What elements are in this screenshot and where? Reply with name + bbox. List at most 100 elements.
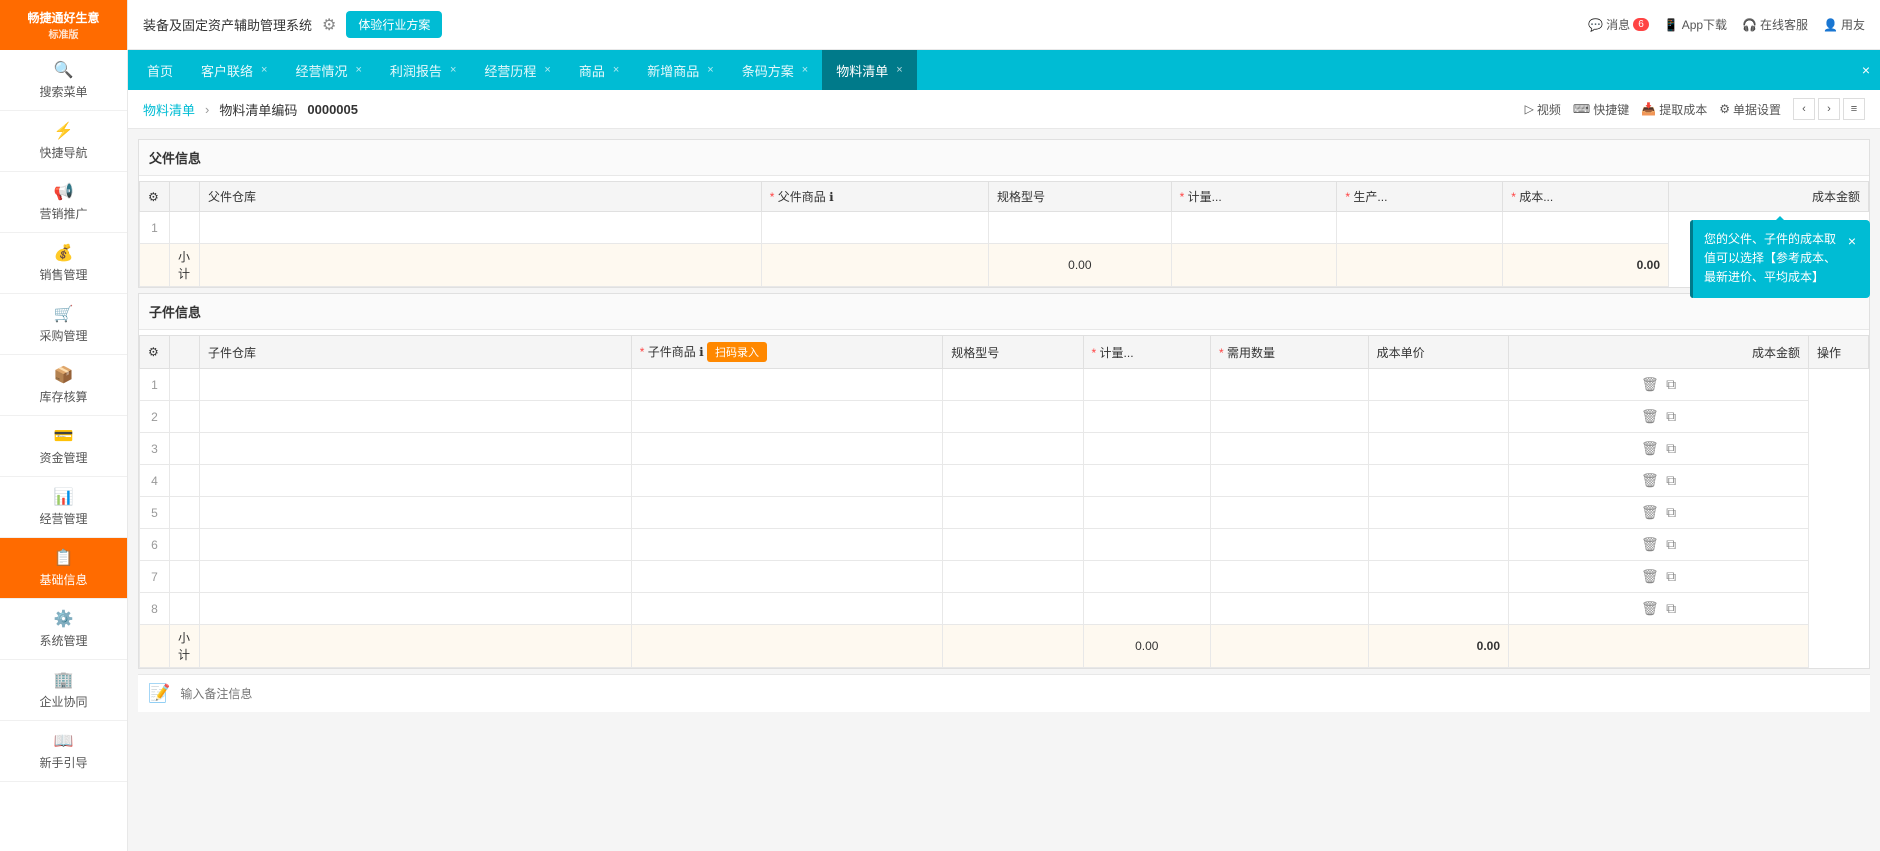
child-row-quantity-5[interactable] (1083, 497, 1210, 529)
child-row-unit-cost-4[interactable] (1210, 465, 1368, 497)
child-row-goods-8[interactable] (200, 593, 632, 625)
tab-new-goods[interactable]: 新增商品 × (633, 50, 727, 90)
online-service-btn[interactable]: 🎧 在线客服 (1742, 16, 1808, 33)
child-row-spec-8[interactable] (631, 593, 942, 625)
delete-row-5-btn[interactable]: 🗑 (1639, 502, 1661, 523)
child-row-unit-3[interactable] (943, 433, 1083, 465)
child-row-unit-cost-3[interactable] (1210, 433, 1368, 465)
child-row-quantity-8[interactable] (1083, 593, 1210, 625)
sidebar-item-guide[interactable]: 📖 新手引导 (0, 721, 127, 782)
tab-operations[interactable]: 经营情况 × (281, 50, 375, 90)
child-row-goods-6[interactable] (200, 529, 632, 561)
tab-profit-close[interactable]: × (450, 64, 456, 76)
parent-row-warehouse-1[interactable] (170, 212, 200, 244)
tab-home[interactable]: 首页 (133, 50, 187, 90)
parent-row-unit-1[interactable] (989, 212, 1172, 244)
delete-row-4-btn[interactable]: 🗑 (1639, 470, 1661, 491)
child-row-unit-4[interactable] (943, 465, 1083, 497)
tab-operations-close[interactable]: × (355, 64, 361, 76)
child-row-goods-3[interactable] (200, 433, 632, 465)
breadcrumb-item1[interactable]: 物料清单 (143, 100, 195, 119)
parent-row-produce-1[interactable] (1171, 212, 1337, 244)
tab-goods-close[interactable]: × (613, 64, 619, 76)
child-row-quantity-7[interactable] (1083, 561, 1210, 593)
child-row-warehouse-2[interactable] (170, 401, 200, 433)
child-row-warehouse-8[interactable] (170, 593, 200, 625)
child-row-warehouse-1[interactable] (170, 369, 200, 401)
sidebar-item-operation[interactable]: 📊 经营管理 (0, 477, 127, 538)
sidebar-item-inventory[interactable]: 📦 库存核算 (0, 355, 127, 416)
copy-row-7-btn[interactable]: ⧉ (1664, 566, 1678, 587)
child-row-quantity-4[interactable] (1083, 465, 1210, 497)
child-row-unit-cost-8[interactable] (1210, 593, 1368, 625)
copy-row-1-btn[interactable]: ⧉ (1664, 374, 1678, 395)
delete-row-6-btn[interactable]: 🗑 (1639, 534, 1661, 555)
child-row-unit-6[interactable] (943, 529, 1083, 561)
user-btn[interactable]: 👤 用友 (1823, 16, 1865, 33)
child-row-goods-4[interactable] (200, 465, 632, 497)
child-row-spec-2[interactable] (631, 401, 942, 433)
copy-row-4-btn[interactable]: ⧉ (1664, 470, 1678, 491)
child-row-goods-1[interactable] (200, 369, 632, 401)
child-row-unit-7[interactable] (943, 561, 1083, 593)
child-row-spec-3[interactable] (631, 433, 942, 465)
app-download-btn[interactable]: 📱 App下载 (1664, 16, 1727, 33)
message-btn[interactable]: 💬 消息 6 (1588, 16, 1649, 33)
parent-row-goods-1[interactable] (200, 212, 762, 244)
child-row-unit-cost-2[interactable] (1210, 401, 1368, 433)
child-row-warehouse-4[interactable] (170, 465, 200, 497)
delete-row-1-btn[interactable]: 🗑 (1639, 374, 1661, 395)
child-row-warehouse-6[interactable] (170, 529, 200, 561)
close-all-tabs[interactable]: × (1857, 57, 1875, 83)
sidebar-item-sales[interactable]: 💰 销售管理 (0, 233, 127, 294)
child-row-unit-2[interactable] (943, 401, 1083, 433)
tab-history[interactable]: 经营历程 × (470, 50, 564, 90)
tab-barcode[interactable]: 条码方案 × (728, 50, 822, 90)
child-row-quantity-6[interactable] (1083, 529, 1210, 561)
child-row-spec-5[interactable] (631, 497, 942, 529)
child-row-quantity-1[interactable] (1083, 369, 1210, 401)
sidebar-item-marketing[interactable]: 📢 营销推广 (0, 172, 127, 233)
child-row-goods-7[interactable] (200, 561, 632, 593)
shortcut-btn[interactable]: ⌨ 快捷键 (1573, 101, 1629, 118)
child-row-warehouse-7[interactable] (170, 561, 200, 593)
single-settings-btn[interactable]: ⚙ 单据设置 (1719, 101, 1781, 118)
child-row-unit-cost-1[interactable] (1210, 369, 1368, 401)
tab-barcode-close[interactable]: × (802, 64, 808, 76)
view-video-btn[interactable]: ▷ 视频 (1525, 101, 1561, 118)
extract-cost-btn[interactable]: 📥 提取成本 (1641, 101, 1707, 118)
child-row-spec-1[interactable] (631, 369, 942, 401)
th-parent-settings[interactable]: ⚙ (140, 182, 170, 212)
delete-row-8-btn[interactable]: 🗑 (1639, 598, 1661, 619)
child-row-spec-7[interactable] (631, 561, 942, 593)
sidebar-item-quicknav[interactable]: ⚡ 快捷导航 (0, 111, 127, 172)
sidebar-item-finance[interactable]: 💳 资金管理 (0, 416, 127, 477)
copy-row-2-btn[interactable]: ⧉ (1664, 406, 1678, 427)
child-row-unit-5[interactable] (943, 497, 1083, 529)
th-child-settings[interactable]: ⚙ (140, 336, 170, 369)
copy-row-3-btn[interactable]: ⧉ (1664, 438, 1678, 459)
child-row-unit-cost-5[interactable] (1210, 497, 1368, 529)
scan-btn[interactable]: 扫码录入 (707, 342, 767, 362)
child-row-spec-4[interactable] (631, 465, 942, 497)
sidebar-item-enterprise[interactable]: 🏢 企业协同 (0, 660, 127, 721)
copy-row-8-btn[interactable]: ⧉ (1664, 598, 1678, 619)
next-page-btn[interactable]: › (1818, 98, 1840, 120)
sidebar-item-basic[interactable]: 📋 基础信息 (0, 538, 127, 599)
tab-customers-close[interactable]: × (261, 64, 267, 76)
tab-customers[interactable]: 客户联络 × (187, 50, 281, 90)
child-row-warehouse-3[interactable] (170, 433, 200, 465)
child-row-unit-cost-7[interactable] (1210, 561, 1368, 593)
tab-bom-close[interactable]: × (896, 64, 902, 76)
tab-history-close[interactable]: × (544, 64, 550, 76)
settings-icon[interactable]: ⚙ (322, 15, 336, 35)
note-input[interactable] (180, 687, 1860, 701)
child-row-goods-2[interactable] (200, 401, 632, 433)
child-row-warehouse-5[interactable] (170, 497, 200, 529)
copy-row-6-btn[interactable]: ⧉ (1664, 534, 1678, 555)
child-row-quantity-3[interactable] (1083, 433, 1210, 465)
prev-page-btn[interactable]: ‹ (1793, 98, 1815, 120)
sidebar-item-system[interactable]: ⚙️ 系统管理 (0, 599, 127, 660)
tab-new-goods-close[interactable]: × (707, 64, 713, 76)
tab-goods[interactable]: 商品 × (565, 50, 633, 90)
